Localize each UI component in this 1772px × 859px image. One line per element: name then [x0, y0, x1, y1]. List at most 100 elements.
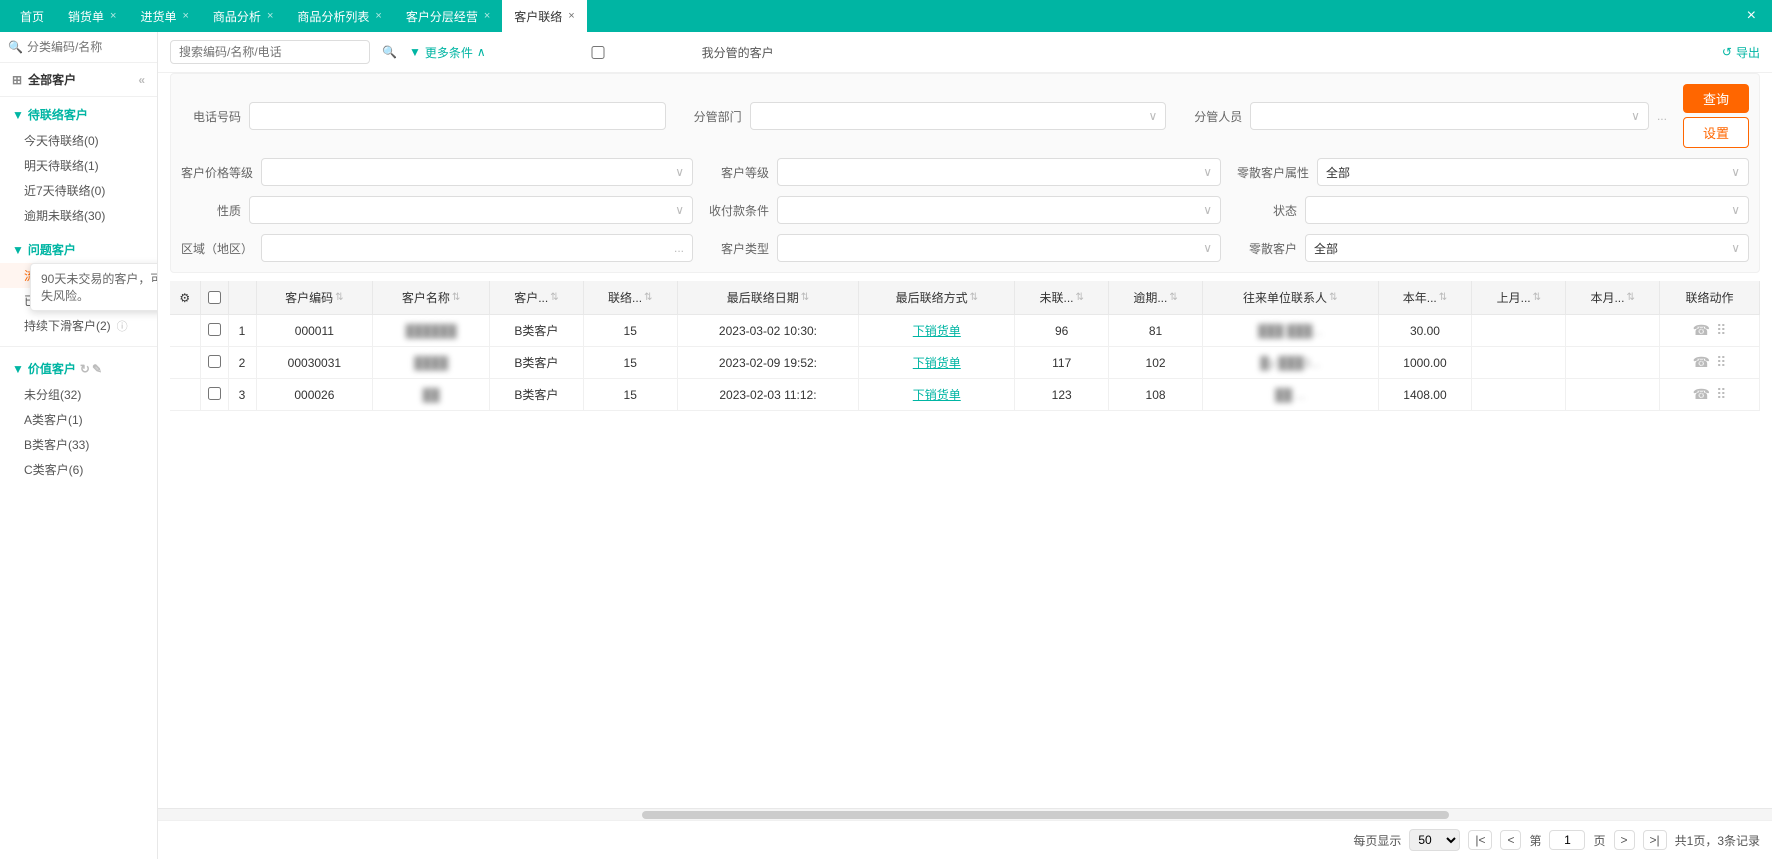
- th-checkbox[interactable]: [200, 281, 228, 315]
- row3-check[interactable]: [208, 387, 221, 400]
- sidebar-item-ungrouped[interactable]: 未分组(32): [0, 382, 157, 407]
- more-conditions-btn[interactable]: ▼ 更多条件 ∧: [409, 44, 486, 61]
- row1-contact-type[interactable]: 下销货单: [859, 315, 1015, 347]
- next-page-btn[interactable]: >: [1614, 830, 1635, 850]
- filter-customer-level-select[interactable]: ∨: [777, 158, 1221, 186]
- nav-sales[interactable]: 销货单 ×: [56, 0, 128, 32]
- collapse-icon[interactable]: «: [138, 73, 145, 87]
- nav-customer-layer-close[interactable]: ×: [484, 10, 490, 22]
- nav-analysis[interactable]: 商品分析 ×: [201, 0, 285, 32]
- row1-checkbox[interactable]: [200, 315, 228, 347]
- filter-sparse-select[interactable]: 全部 ∨: [1305, 234, 1749, 262]
- sidebar-search-input[interactable]: [27, 40, 149, 54]
- my-customers-checkbox-area[interactable]: 我分管的客户: [498, 44, 774, 61]
- filter-price-level-select[interactable]: ∨: [261, 158, 693, 186]
- th-code[interactable]: 客户编码⇅: [256, 281, 373, 315]
- horizontal-scrollbar[interactable]: [642, 811, 1449, 819]
- row2-more-icon[interactable]: ⠿: [1716, 354, 1726, 371]
- row2-contact-icon[interactable]: ☎: [1693, 354, 1710, 371]
- th-settings[interactable]: ⚙: [170, 281, 200, 315]
- sidebar-item-classA[interactable]: A类客户(1): [0, 407, 157, 432]
- row2-contact-type[interactable]: 下销货单: [859, 347, 1015, 379]
- row2-link[interactable]: 下销货单: [913, 356, 961, 370]
- nav-customer-layer[interactable]: 客户分层经营 ×: [394, 0, 502, 32]
- row1-action-icons: ☎ ⠿: [1666, 322, 1753, 339]
- filter-area-more[interactable]: ...: [674, 241, 684, 255]
- th-name[interactable]: 客户名称⇅: [373, 281, 490, 315]
- th-last-contact-date[interactable]: 最后联络日期⇅: [677, 281, 859, 315]
- classB-label: B类客户(33): [24, 436, 89, 453]
- query-button[interactable]: 查询: [1683, 84, 1749, 113]
- nav-purchase-close[interactable]: ×: [182, 10, 188, 22]
- filter-customer-type-select[interactable]: ∨: [777, 234, 1221, 262]
- th-unit-contact[interactable]: 往来单位联系人⇅: [1202, 281, 1378, 315]
- page-size-select[interactable]: 50 100 200: [1409, 829, 1460, 851]
- current-page-input[interactable]: [1549, 830, 1585, 850]
- row3-contact-type[interactable]: 下销货单: [859, 379, 1015, 411]
- search-input[interactable]: [170, 40, 370, 64]
- nav-analysis-label: 商品分析: [213, 8, 261, 25]
- window-close-btn[interactable]: ×: [1739, 7, 1764, 25]
- nav-customer-contact[interactable]: 客户联络 ×: [502, 0, 586, 32]
- filter-dept-select[interactable]: ∨: [750, 102, 1167, 130]
- th-uncontact[interactable]: 未联...⇅: [1015, 281, 1109, 315]
- filter-person-more[interactable]: ...: [1657, 109, 1667, 123]
- prev-page-btn[interactable]: <: [1500, 830, 1521, 850]
- row1-more-icon[interactable]: ⠿: [1716, 322, 1726, 339]
- sidebar-item-tomorrow[interactable]: 明天待联络(1): [0, 153, 157, 178]
- search-icon[interactable]: 🔍: [382, 45, 397, 59]
- my-customers-checkbox[interactable]: [498, 46, 698, 59]
- row1-check[interactable]: [208, 323, 221, 336]
- th-type[interactable]: 客户...⇅: [489, 281, 583, 315]
- filter-customer-level-label: 客户等级: [709, 164, 769, 181]
- row3-more-icon[interactable]: ⠿: [1716, 386, 1726, 403]
- sidebar-item-classB[interactable]: B类客户(33): [0, 432, 157, 457]
- sidebar-item-declining[interactable]: 持续下滑客户(2) ⓘ: [0, 313, 157, 338]
- nav-customer-contact-close[interactable]: ×: [568, 10, 574, 22]
- row2-checkbox[interactable]: [200, 347, 228, 379]
- filter-phone-input[interactable]: [249, 102, 666, 130]
- filter-payment-select[interactable]: ∨: [777, 196, 1221, 224]
- row1-link[interactable]: 下销货单: [913, 324, 961, 338]
- value-edit-icon[interactable]: ✎: [92, 362, 102, 376]
- row3-link[interactable]: 下销货单: [913, 388, 961, 402]
- export-btn[interactable]: ↺ 导出: [1722, 44, 1760, 61]
- row3-checkbox[interactable]: [200, 379, 228, 411]
- filter-status-select[interactable]: ∨: [1305, 196, 1749, 224]
- first-page-btn[interactable]: |<: [1468, 830, 1492, 850]
- row1-contact-icon[interactable]: ☎: [1693, 322, 1710, 339]
- sidebar-group-pending-title[interactable]: ▼ 待联络客户: [0, 101, 157, 128]
- row2-check[interactable]: [208, 355, 221, 368]
- th-this-year[interactable]: 本年...⇅: [1378, 281, 1472, 315]
- nav-sales-close[interactable]: ×: [110, 10, 116, 22]
- th-overdue[interactable]: 逾期...⇅: [1109, 281, 1203, 315]
- nav-analysis-close[interactable]: ×: [267, 10, 273, 22]
- th-this-month[interactable]: 本月...⇅: [1566, 281, 1660, 315]
- sidebar-item-today[interactable]: 今天待联络(0): [0, 128, 157, 153]
- nav-purchase[interactable]: 进货单 ×: [128, 0, 200, 32]
- sidebar-item-classC[interactable]: C类客户(6): [0, 457, 157, 482]
- declining-label: 持续下滑客户(2): [24, 317, 111, 334]
- th-contact[interactable]: 联络...⇅: [583, 281, 677, 315]
- sidebar-all-customers[interactable]: ⊞ 全部客户 «: [0, 63, 157, 97]
- filter-person-select[interactable]: ∨: [1250, 102, 1649, 130]
- th-last-month[interactable]: 上月...⇅: [1472, 281, 1566, 315]
- last-page-btn[interactable]: >|: [1643, 830, 1667, 850]
- filter-area-select[interactable]: ...: [261, 234, 693, 262]
- row2-name: ████: [373, 347, 490, 379]
- nav-home[interactable]: 首页: [8, 0, 56, 32]
- sidebar-group-problem-title[interactable]: ▼ 问题客户: [0, 236, 157, 263]
- filter-nature-select[interactable]: ∨: [249, 196, 693, 224]
- value-refresh-icon[interactable]: ↻: [80, 362, 90, 376]
- nav-analysis-list-close[interactable]: ×: [375, 10, 381, 22]
- sidebar-group-value-title[interactable]: ▼ 价值客户 ↻ ✎: [0, 355, 157, 382]
- row2-overdue: 102: [1109, 347, 1203, 379]
- select-all-checkbox[interactable]: [208, 291, 221, 304]
- settings-button[interactable]: 设置: [1683, 117, 1749, 148]
- th-last-contact-type[interactable]: 最后联络方式⇅: [859, 281, 1015, 315]
- sidebar-item-7days[interactable]: 近7天待联络(0): [0, 178, 157, 203]
- row3-contact-icon[interactable]: ☎: [1693, 386, 1710, 403]
- nav-analysis-list[interactable]: 商品分析列表 ×: [285, 0, 393, 32]
- filter-sparse-attr-select[interactable]: 全部 ∨: [1317, 158, 1749, 186]
- sidebar-item-overdue[interactable]: 逾期未联络(30): [0, 203, 157, 228]
